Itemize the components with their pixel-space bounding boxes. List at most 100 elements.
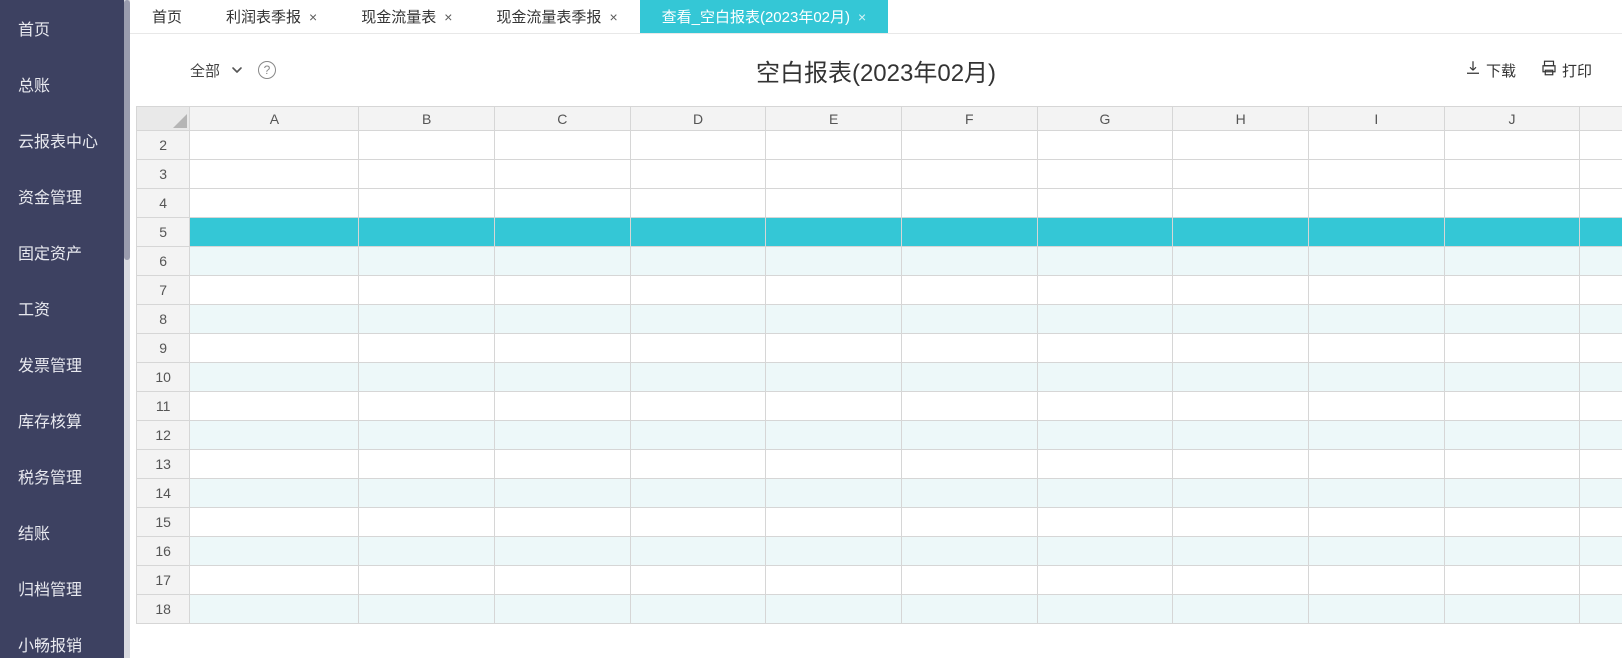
column-header-D[interactable]: D [630, 107, 766, 131]
cell-D2[interactable] [630, 131, 766, 160]
cell-E6[interactable] [766, 247, 902, 276]
cell-G5[interactable] [1037, 218, 1173, 247]
spreadsheet[interactable]: ABCDEFGHIJK23456789101112131415161718 [130, 106, 1622, 658]
cell-H13[interactable] [1173, 450, 1309, 479]
cell-H5[interactable] [1173, 218, 1309, 247]
cell-J16[interactable] [1444, 537, 1580, 566]
cell-E14[interactable] [766, 479, 902, 508]
chevron-down-icon[interactable] [230, 63, 244, 77]
cell-E18[interactable] [766, 595, 902, 624]
cell-E15[interactable] [766, 508, 902, 537]
cell-K18[interactable] [1580, 595, 1622, 624]
cell-A6[interactable] [190, 247, 359, 276]
cell-K11[interactable] [1580, 392, 1622, 421]
cell-K4[interactable] [1580, 189, 1622, 218]
cell-K7[interactable] [1580, 276, 1622, 305]
row-header-14[interactable]: 14 [137, 479, 190, 508]
row-header-10[interactable]: 10 [137, 363, 190, 392]
cell-D4[interactable] [630, 189, 766, 218]
cell-J5[interactable] [1444, 218, 1580, 247]
cell-A18[interactable] [190, 595, 359, 624]
cell-C5[interactable] [495, 218, 631, 247]
cell-I6[interactable] [1308, 247, 1444, 276]
cell-F8[interactable] [902, 305, 1038, 334]
cell-B11[interactable] [359, 392, 495, 421]
cell-H12[interactable] [1173, 421, 1309, 450]
cell-A3[interactable] [190, 160, 359, 189]
cell-A4[interactable] [190, 189, 359, 218]
cell-K6[interactable] [1580, 247, 1622, 276]
sidebar-item-3[interactable]: 资金管理 [0, 168, 125, 224]
cell-J14[interactable] [1444, 479, 1580, 508]
print-button[interactable]: 打印 [1540, 59, 1592, 81]
cell-E10[interactable] [766, 363, 902, 392]
cell-I14[interactable] [1308, 479, 1444, 508]
cell-C15[interactable] [495, 508, 631, 537]
cell-J13[interactable] [1444, 450, 1580, 479]
cell-D11[interactable] [630, 392, 766, 421]
cell-G10[interactable] [1037, 363, 1173, 392]
cell-G17[interactable] [1037, 566, 1173, 595]
row-header-11[interactable]: 11 [137, 392, 190, 421]
cell-H16[interactable] [1173, 537, 1309, 566]
cell-I11[interactable] [1308, 392, 1444, 421]
column-header-A[interactable]: A [190, 107, 359, 131]
cell-C14[interactable] [495, 479, 631, 508]
row-header-2[interactable]: 2 [137, 131, 190, 160]
cell-I13[interactable] [1308, 450, 1444, 479]
cell-D16[interactable] [630, 537, 766, 566]
cell-G12[interactable] [1037, 421, 1173, 450]
cell-A15[interactable] [190, 508, 359, 537]
sidebar-item-11[interactable]: 小畅报销 [0, 616, 125, 658]
cell-F15[interactable] [902, 508, 1038, 537]
cell-C7[interactable] [495, 276, 631, 305]
cell-D3[interactable] [630, 160, 766, 189]
cell-B9[interactable] [359, 334, 495, 363]
column-header-C[interactable]: C [495, 107, 631, 131]
cell-J17[interactable] [1444, 566, 1580, 595]
cell-E12[interactable] [766, 421, 902, 450]
cell-H11[interactable] [1173, 392, 1309, 421]
cell-B10[interactable] [359, 363, 495, 392]
cell-B2[interactable] [359, 131, 495, 160]
column-header-F[interactable]: F [902, 107, 1038, 131]
cell-H15[interactable] [1173, 508, 1309, 537]
cell-D13[interactable] [630, 450, 766, 479]
cell-B15[interactable] [359, 508, 495, 537]
cell-A11[interactable] [190, 392, 359, 421]
cell-D7[interactable] [630, 276, 766, 305]
cell-C6[interactable] [495, 247, 631, 276]
tab-4[interactable]: 查看_空白报表(2023年02月)× [640, 0, 889, 33]
cell-K9[interactable] [1580, 334, 1622, 363]
tab-1[interactable]: 利润表季报× [204, 0, 339, 33]
cell-F11[interactable] [902, 392, 1038, 421]
cell-F13[interactable] [902, 450, 1038, 479]
cell-B18[interactable] [359, 595, 495, 624]
cell-H2[interactable] [1173, 131, 1309, 160]
cell-F12[interactable] [902, 421, 1038, 450]
cell-G11[interactable] [1037, 392, 1173, 421]
row-header-8[interactable]: 8 [137, 305, 190, 334]
cell-I2[interactable] [1308, 131, 1444, 160]
cell-G13[interactable] [1037, 450, 1173, 479]
cell-F4[interactable] [902, 189, 1038, 218]
cell-I15[interactable] [1308, 508, 1444, 537]
cell-H8[interactable] [1173, 305, 1309, 334]
cell-C11[interactable] [495, 392, 631, 421]
cell-J3[interactable] [1444, 160, 1580, 189]
sidebar-item-8[interactable]: 税务管理 [0, 448, 125, 504]
cell-C18[interactable] [495, 595, 631, 624]
cell-B12[interactable] [359, 421, 495, 450]
column-header-K[interactable]: K [1580, 107, 1622, 131]
cell-J2[interactable] [1444, 131, 1580, 160]
row-header-6[interactable]: 6 [137, 247, 190, 276]
cell-A5[interactable] [190, 218, 359, 247]
cell-C3[interactable] [495, 160, 631, 189]
cell-B3[interactable] [359, 160, 495, 189]
row-header-15[interactable]: 15 [137, 508, 190, 537]
row-header-16[interactable]: 16 [137, 537, 190, 566]
cell-G15[interactable] [1037, 508, 1173, 537]
cell-G7[interactable] [1037, 276, 1173, 305]
cell-C9[interactable] [495, 334, 631, 363]
cell-B14[interactable] [359, 479, 495, 508]
